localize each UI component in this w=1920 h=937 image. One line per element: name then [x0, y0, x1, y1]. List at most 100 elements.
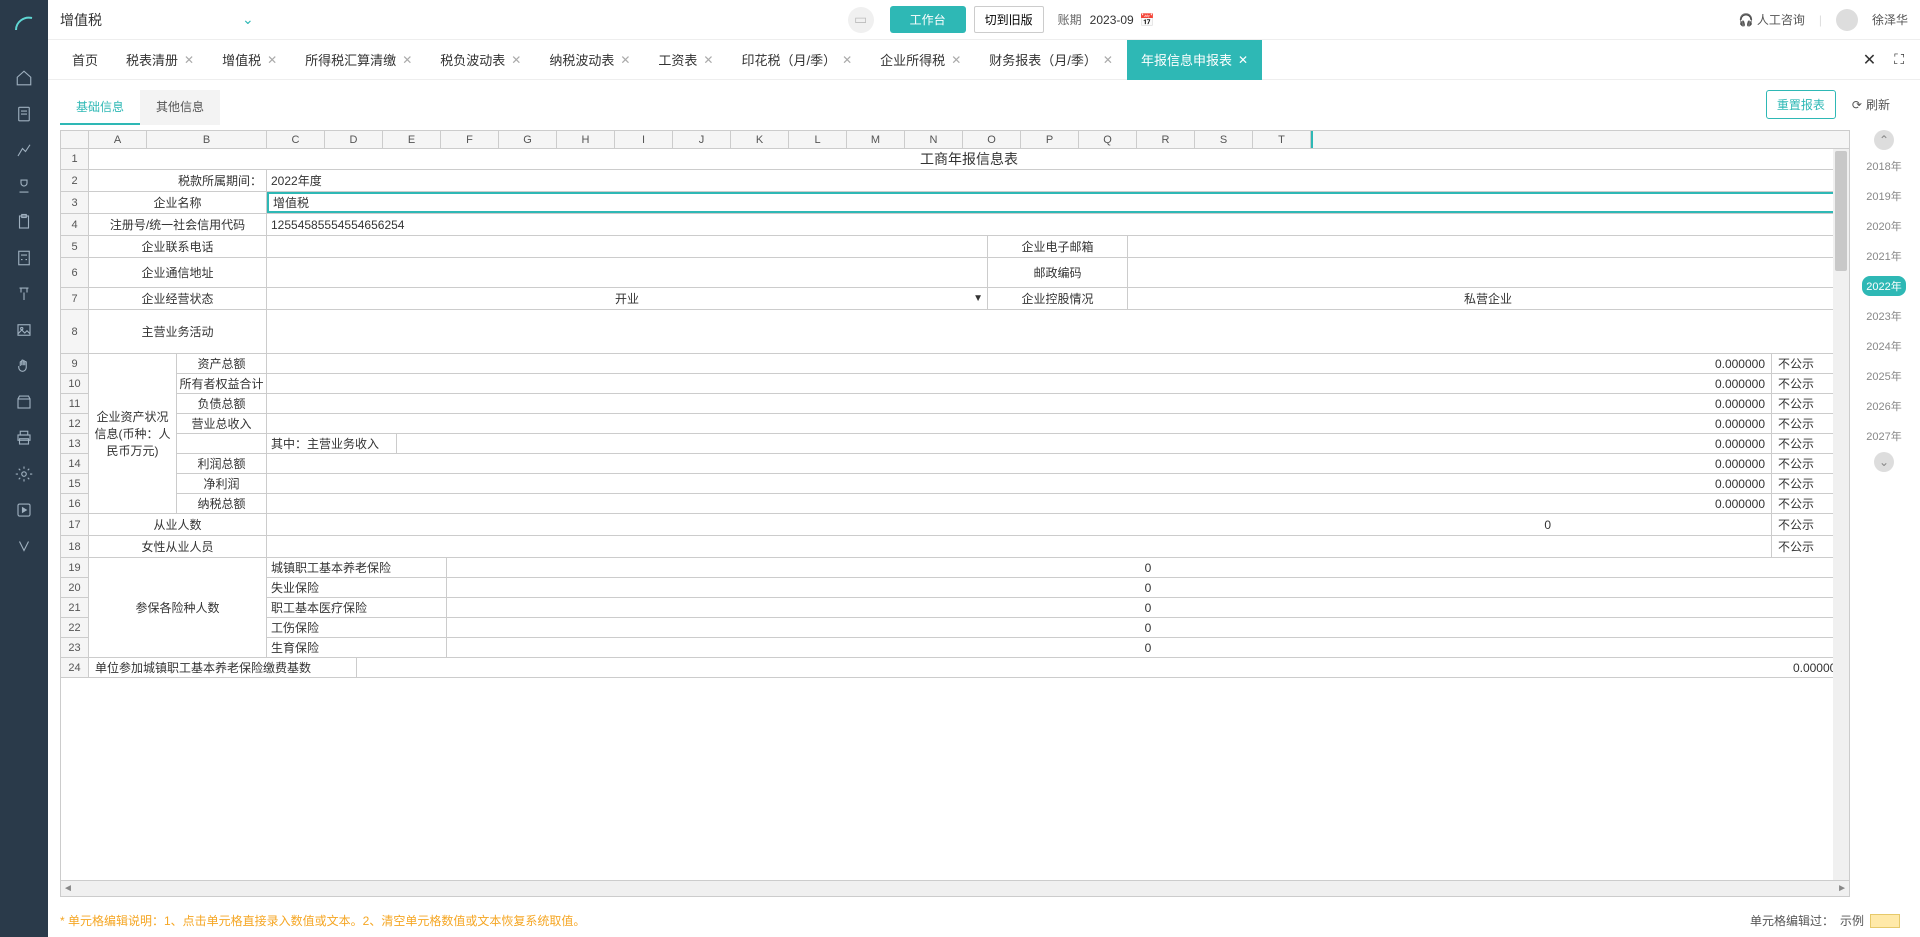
switch-old-button[interactable]: 切到旧版	[974, 6, 1044, 33]
close-icon[interactable]: ✕	[511, 53, 521, 67]
col-A[interactable]: A	[89, 131, 147, 148]
tab-所得税汇算清缴[interactable]: 所得税汇算清缴✕	[291, 40, 426, 80]
cell-company-name[interactable]: 增值税	[267, 192, 1849, 213]
sheet-title: 工商年报信息表	[89, 149, 1849, 169]
year-2023年[interactable]: 2023年	[1862, 306, 1905, 326]
tab-首页[interactable]: 首页	[58, 40, 112, 80]
avatar[interactable]	[1836, 9, 1858, 31]
tab-印花税（月/季）[interactable]: 印花税（月/季）✕	[727, 40, 866, 80]
year-2021年[interactable]: 2021年	[1862, 246, 1905, 266]
note-icon[interactable]: ▭	[848, 7, 874, 33]
expand-icon[interactable]: ⛶	[1894, 51, 1904, 68]
nav-v-icon[interactable]	[0, 528, 48, 564]
headset-icon: 🎧	[1739, 13, 1757, 27]
username[interactable]: 徐泽华	[1872, 11, 1908, 28]
col-J[interactable]: J	[673, 131, 731, 148]
year-2019年[interactable]: 2019年	[1862, 186, 1905, 206]
close-icon[interactable]: ✕	[402, 53, 412, 67]
col-D[interactable]: D	[325, 131, 383, 148]
close-all-icon[interactable]: ✕	[1863, 50, 1876, 70]
year-2025年[interactable]: 2025年	[1862, 366, 1905, 386]
select-all-corner[interactable]	[61, 131, 89, 148]
subtab-basic[interactable]: 基础信息	[60, 90, 140, 125]
nav-calc-icon[interactable]	[0, 240, 48, 276]
year-2024年[interactable]: 2024年	[1862, 336, 1905, 356]
year-up-icon[interactable]: ⌃	[1874, 130, 1894, 150]
col-T[interactable]: T	[1253, 131, 1311, 148]
col-F[interactable]: F	[441, 131, 499, 148]
tab-增值税[interactable]: 增值税✕	[208, 40, 291, 80]
tab-税负波动表[interactable]: 税负波动表✕	[426, 40, 535, 80]
tabbar: 首页税表清册✕增值税✕所得税汇算清缴✕税负波动表✕纳税波动表✕工资表✕印花税（月…	[48, 40, 1920, 80]
close-icon[interactable]: ✕	[184, 53, 194, 67]
nav-home-icon[interactable]	[0, 60, 48, 96]
left-sidebar	[0, 0, 48, 937]
close-icon[interactable]: ✕	[842, 53, 852, 67]
nav-image-icon[interactable]	[0, 312, 48, 348]
col-H[interactable]: H	[557, 131, 615, 148]
tab-企业所得税[interactable]: 企业所得税✕	[866, 40, 975, 80]
col-L[interactable]: L	[789, 131, 847, 148]
col-C[interactable]: C	[267, 131, 325, 148]
chevron-down-icon: ⌄	[242, 11, 254, 28]
edit-hint: * 单元格编辑说明：1、点击单元格直接录入数值或文本。2、清空单元格数值或文本恢…	[60, 912, 585, 929]
col-P[interactable]: P	[1021, 131, 1079, 148]
status-select[interactable]: 开业▼	[267, 288, 988, 309]
company-dropdown[interactable]: 增值税 ⌄	[60, 10, 254, 30]
year-2018年[interactable]: 2018年	[1862, 156, 1905, 176]
col-G[interactable]: G	[499, 131, 557, 148]
app-logo	[8, 8, 40, 40]
horizontal-scrollbar[interactable]: ◄►	[61, 880, 1849, 896]
col-I[interactable]: I	[615, 131, 673, 148]
calendar-icon[interactable]: 📅	[1140, 13, 1155, 27]
period-value[interactable]: 2023-09	[1090, 13, 1134, 27]
col-N[interactable]: N	[905, 131, 963, 148]
tab-纳税波动表[interactable]: 纳税波动表✕	[535, 40, 644, 80]
close-icon[interactable]: ✕	[267, 53, 277, 67]
year-down-icon[interactable]: ⌄	[1874, 452, 1894, 472]
close-icon[interactable]: ✕	[1103, 53, 1113, 67]
col-B[interactable]: B	[147, 131, 267, 148]
col-R[interactable]: R	[1137, 131, 1195, 148]
nav-tax-icon[interactable]	[0, 276, 48, 312]
col-K[interactable]: K	[731, 131, 789, 148]
tab-工资表[interactable]: 工资表✕	[644, 40, 727, 80]
refresh-button[interactable]: ⟳刷新	[1852, 96, 1890, 113]
nav-print-icon[interactable]	[0, 420, 48, 456]
nav-hand-icon[interactable]	[0, 348, 48, 384]
col-O[interactable]: O	[963, 131, 1021, 148]
close-icon[interactable]: ✕	[1238, 53, 1248, 67]
year-2020年[interactable]: 2020年	[1862, 216, 1905, 236]
nav-play-icon[interactable]	[0, 492, 48, 528]
nav-clipboard-icon[interactable]	[0, 204, 48, 240]
col-M[interactable]: M	[847, 131, 905, 148]
workbench-button[interactable]: 工作台	[890, 6, 966, 33]
year-2026年[interactable]: 2026年	[1862, 396, 1905, 416]
tab-年报信息申报表[interactable]: 年报信息申报表✕	[1127, 40, 1262, 80]
nav-chart-icon[interactable]	[0, 132, 48, 168]
close-icon[interactable]: ✕	[703, 53, 713, 67]
topbar: 增值税 ⌄ ▭ 工作台 切到旧版 账期 2023-09 📅 🎧 人工咨询 | 徐…	[48, 0, 1920, 40]
year-2022年[interactable]: 2022年	[1862, 276, 1905, 296]
nav-archive-icon[interactable]	[0, 384, 48, 420]
reset-report-button[interactable]: 重置报表	[1766, 90, 1836, 119]
refresh-icon: ⟳	[1852, 98, 1862, 112]
col-E[interactable]: E	[383, 131, 441, 148]
tab-财务报表（月/季）[interactable]: 财务报表（月/季）✕	[975, 40, 1127, 80]
subtabs: 基础信息 其他信息	[60, 90, 220, 125]
nav-money-icon[interactable]	[0, 168, 48, 204]
period-label: 账期	[1058, 11, 1082, 28]
col-S[interactable]: S	[1195, 131, 1253, 148]
nav-gear-icon[interactable]	[0, 456, 48, 492]
close-icon[interactable]: ✕	[951, 53, 961, 67]
vertical-scrollbar[interactable]	[1833, 149, 1849, 880]
subtab-other[interactable]: 其他信息	[140, 90, 220, 125]
grid-body[interactable]: 1工商年报信息表 2税款所属期间：2022年度 3企业名称增值税 4注册号/统一…	[61, 149, 1849, 880]
tab-税表清册[interactable]: 税表清册✕	[112, 40, 208, 80]
consult-link[interactable]: 🎧 人工咨询	[1739, 11, 1805, 28]
col-Q[interactable]: Q	[1079, 131, 1137, 148]
holding-select[interactable]: 私营企业▼	[1128, 288, 1849, 309]
nav-doc-icon[interactable]	[0, 96, 48, 132]
year-2027年[interactable]: 2027年	[1862, 426, 1905, 446]
close-icon[interactable]: ✕	[620, 53, 630, 67]
